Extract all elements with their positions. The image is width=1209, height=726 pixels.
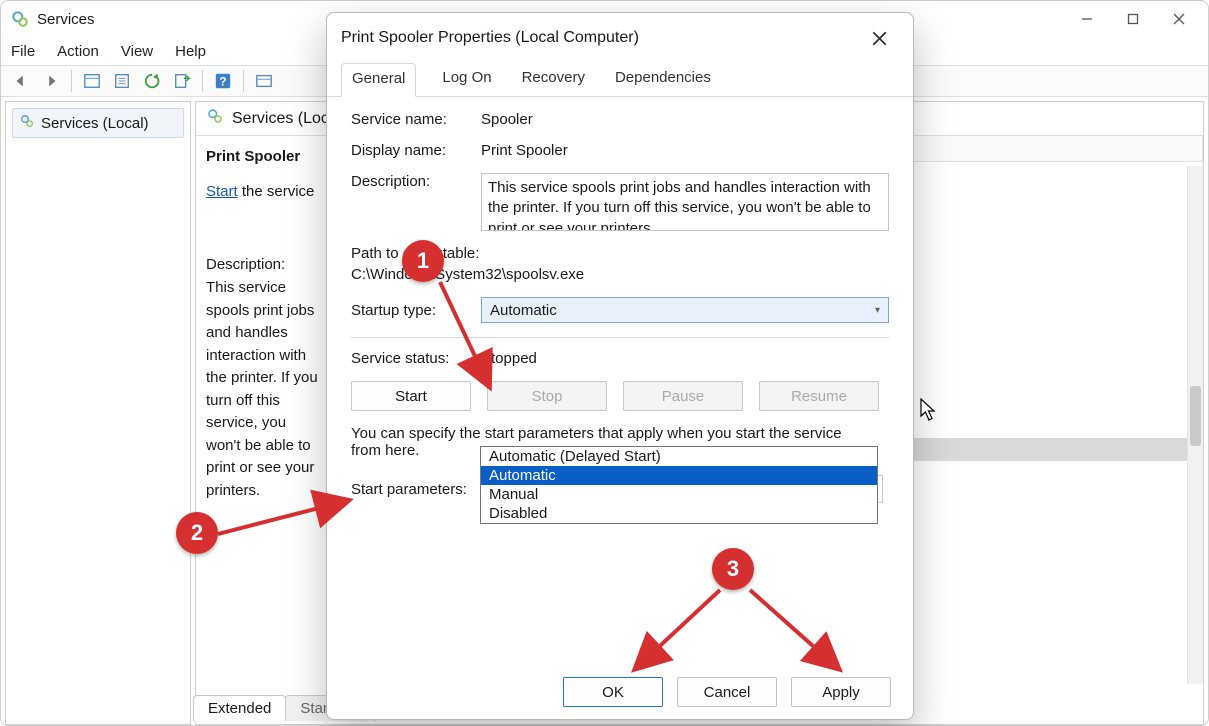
dialog-title: Print Spooler Properties (Local Computer… (341, 29, 859, 47)
start-button[interactable]: Start (351, 381, 471, 411)
pause-button: Pause (623, 381, 743, 411)
resume-button: Resume (759, 381, 879, 411)
properties-dialog: Print Spooler Properties (Local Computer… (326, 12, 914, 720)
start-service-link[interactable]: Start (206, 183, 238, 200)
minimize-button[interactable] (1064, 4, 1110, 34)
menu-view[interactable]: View (121, 43, 153, 60)
start-params-label: Start parameters: (351, 481, 501, 498)
tree-item-services-local[interactable]: Services (Local) (12, 108, 184, 138)
menu-file[interactable]: File (11, 43, 35, 60)
properties-icon[interactable] (108, 68, 136, 94)
description-box[interactable]: This service spools print jobs and handl… (481, 173, 889, 231)
startup-type-selected: Automatic (490, 302, 557, 319)
service-status-label: Service status: (351, 350, 481, 367)
service-status-value: Stopped (481, 350, 889, 367)
stop-button: Stop (487, 381, 607, 411)
startup-type-combobox[interactable]: Automatic ▾ (481, 297, 889, 323)
display-name-label: Display name: (351, 142, 481, 159)
annotation-badge-3: 3 (712, 548, 754, 590)
annotation-badge-1: 1 (402, 240, 444, 282)
vertical-scrollbar[interactable] (1187, 166, 1203, 684)
selected-service-title: Print Spooler (206, 148, 318, 165)
cancel-button[interactable]: Cancel (677, 677, 777, 707)
details-icon[interactable] (78, 68, 106, 94)
services-icon (11, 10, 29, 28)
annotation-badge-2: 2 (176, 512, 218, 554)
back-button[interactable] (7, 68, 35, 94)
window-list-icon[interactable] (250, 68, 278, 94)
start-rest: the service (238, 183, 315, 200)
description-label: Description: (206, 256, 318, 273)
services-icon (19, 113, 35, 133)
scrollbar-thumb[interactable] (1190, 386, 1201, 446)
cursor-icon (920, 398, 938, 425)
svg-text:?: ? (219, 76, 226, 89)
dropdown-option-automatic[interactable]: Automatic (481, 466, 877, 485)
dialog-tabs: General Log On Recovery Dependencies (327, 63, 913, 97)
apply-button[interactable]: Apply (791, 677, 891, 707)
forward-button[interactable] (37, 68, 65, 94)
tree-item-label: Services (Local) (41, 115, 149, 132)
maximize-button[interactable] (1110, 4, 1156, 34)
close-button[interactable] (1156, 4, 1202, 34)
dropdown-option-manual[interactable]: Manual (481, 485, 877, 504)
startup-type-dropdown: Automatic (Delayed Start) Automatic Manu… (480, 446, 878, 524)
help-icon[interactable]: ? (209, 68, 237, 94)
tab-dependencies[interactable]: Dependencies (611, 63, 715, 96)
description-text: This service spools print jobs and handl… (206, 277, 318, 502)
display-name-value: Print Spooler (481, 142, 889, 159)
service-name-label: Service name: (351, 111, 481, 128)
refresh-icon[interactable] (138, 68, 166, 94)
tree-pane: Services (Local) (5, 101, 191, 725)
service-name-value: Spooler (481, 111, 889, 128)
description-label: Description: (351, 173, 481, 190)
export-icon[interactable] (168, 68, 196, 94)
tab-general[interactable]: General (341, 63, 416, 97)
dialog-close-button[interactable] (859, 18, 899, 58)
tab-recovery[interactable]: Recovery (518, 63, 589, 96)
dropdown-option-delayed[interactable]: Automatic (Delayed Start) (481, 447, 877, 466)
window-title: Services (37, 11, 95, 28)
menu-action[interactable]: Action (57, 43, 99, 60)
startup-type-label: Startup type: (351, 302, 481, 319)
ok-button[interactable]: OK (563, 677, 663, 707)
dropdown-option-disabled[interactable]: Disabled (481, 504, 877, 523)
detail-column: Print Spooler Start the service Descript… (196, 136, 326, 724)
chevron-down-icon: ▾ (875, 305, 880, 316)
services-icon (206, 107, 224, 130)
tab-log-on[interactable]: Log On (438, 63, 495, 96)
tab-extended[interactable]: Extended (193, 695, 286, 721)
menu-help[interactable]: Help (175, 43, 206, 60)
